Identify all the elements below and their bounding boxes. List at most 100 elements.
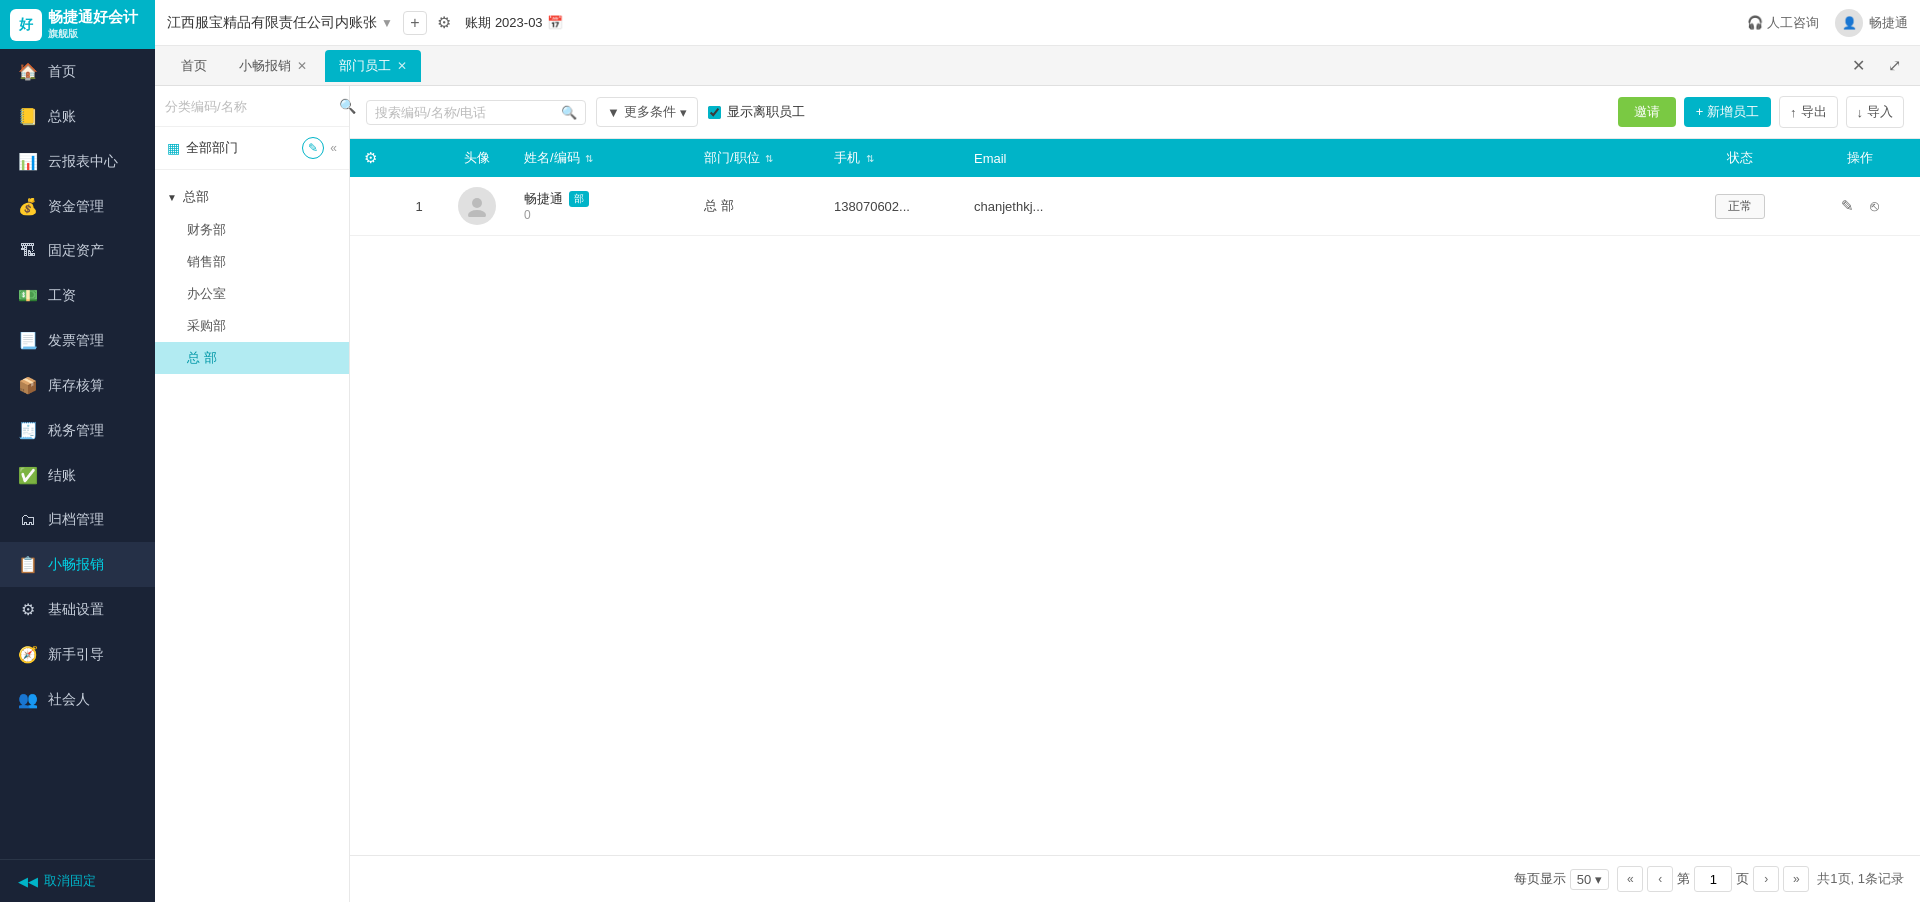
th-dept[interactable]: 部门/职位 ⇅ [690,139,820,177]
sidebar-item-tax[interactable]: 🧾 税务管理 [0,408,155,453]
sidebar-item-more[interactable]: 👥 社会人 [0,677,155,722]
import-button[interactable]: ↓ 导入 [1846,96,1905,128]
company-settings-icon[interactable]: ⚙ [437,13,451,32]
company-name[interactable]: 江西服宝精品有限责任公司内账张 ▼ [167,14,393,32]
employee-search-input[interactable] [375,105,555,120]
page-total: 共1页, 1条记录 [1817,870,1904,888]
sidebar: 好 畅捷通好会计 旗舰版 🏠 首页 📒 总账 📊 云报表中心 💰 资金管理 🏗 … [0,0,155,902]
row-gear [350,177,394,236]
sidebar-item-home[interactable]: 🏠 首页 [0,49,155,94]
dept-edit-button[interactable]: ✎ [302,137,324,159]
dept-purchase[interactable]: 采购部 [155,310,349,342]
sidebar-item-reports[interactable]: 📊 云报表中心 [0,139,155,184]
sidebar-label-inventory: 库存核算 [48,377,104,395]
tab-xiaochang-expense[interactable]: 小畅报销 ✕ [225,50,321,82]
user-menu[interactable]: 👤 畅捷通 [1835,9,1908,37]
sidebar-item-general-ledger[interactable]: 📒 总账 [0,94,155,139]
export-icon: ↑ [1790,105,1797,120]
sidebar-label-more: 社会人 [48,691,90,709]
last-page-button[interactable]: » [1783,866,1809,892]
row-num-value: 1 [415,199,422,214]
prev-page-button[interactable]: ‹ [1647,866,1673,892]
dept-general[interactable]: 总 部 [155,342,349,374]
dept-finance-label: 财务部 [187,222,226,237]
first-page-button[interactable]: « [1617,866,1643,892]
employee-search-icon[interactable]: 🔍 [561,105,577,120]
add-company-button[interactable]: + [403,11,427,35]
funds-icon: 💰 [18,197,38,216]
th-name[interactable]: 姓名/编码 ⇅ [510,139,690,177]
employee-avatar [458,187,496,225]
add-employee-button[interactable]: + 新增员工 [1684,97,1771,127]
sidebar-item-checkout[interactable]: ✅ 结账 [0,453,155,498]
sidebar-scroll: 🏠 首页 📒 总账 📊 云报表中心 💰 资金管理 🏗 固定资产 💵 工资 📃 发… [0,49,155,859]
cancel-pin-button[interactable]: ◀◀ 取消固定 [0,859,155,902]
dept-collapse-icon[interactable]: « [330,141,337,155]
employee-phone: 138070602... [834,199,910,214]
sidebar-item-payroll[interactable]: 💵 工资 [0,273,155,318]
dept-office-label: 办公室 [187,286,226,301]
employee-data-table: ⚙ 头像 姓名/编码 ⇅ 部门/职位 [350,139,1920,236]
tax-icon: 🧾 [18,421,38,440]
support-button[interactable]: 🎧 人工咨询 [1747,14,1819,32]
page-size-select: 每页显示 50 ▾ [1514,869,1609,890]
export-button[interactable]: ↑ 导出 [1779,96,1838,128]
period-value: 2023-03 [495,15,543,30]
sidebar-label-payroll: 工资 [48,287,76,305]
delete-employee-button[interactable]: ⎋ [1864,195,1885,216]
invite-button[interactable]: 邀请 [1618,97,1676,127]
import-icon: ↓ [1857,105,1864,120]
dept-group-headquarters: ▼ 总部 财务部 销售部 办公室 采购部 [155,176,349,378]
show-resigned-checkbox[interactable] [708,106,721,119]
sidebar-item-settings[interactable]: ⚙ 基础设置 [0,587,155,632]
export-label: 导出 [1801,103,1827,121]
sidebar-item-invoice[interactable]: 📃 发票管理 [0,318,155,363]
row-email-cell: chanjethkj... [960,177,1680,236]
dept-headquarters[interactable]: ▼ 总部 [155,180,349,214]
tabbar: 首页 小畅报销 ✕ 部门员工 ✕ ✕ ⤢ [155,46,1920,86]
sidebar-item-guide[interactable]: 🧭 新手引导 [0,632,155,677]
filter-button[interactable]: ▼ 更多条件 ▾ [596,97,698,127]
tab-home[interactable]: 首页 [167,50,221,82]
sidebar-item-fixed-assets[interactable]: 🏗 固定资产 [0,229,155,273]
calendar-icon[interactable]: 📅 [547,15,563,30]
dept-sales[interactable]: 销售部 [155,246,349,278]
pin-icon: ◀◀ [18,874,38,889]
edit-employee-button[interactable]: ✎ [1835,195,1860,216]
dept-finance[interactable]: 财务部 [155,214,349,246]
page-number-input[interactable] [1694,866,1732,892]
tab-close-button[interactable]: ✕ [1844,52,1872,80]
svg-point-1 [468,210,486,217]
table-row: 1 [350,177,1920,236]
dept-search-input[interactable] [165,99,333,114]
sidebar-item-inventory[interactable]: 📦 库存核算 [0,363,155,408]
tab-dept-close[interactable]: ✕ [397,59,407,73]
th-phone[interactable]: 手机 ⇅ [820,139,960,177]
row-name-cell: 畅捷通 部 0 [510,177,690,236]
sidebar-item-funds[interactable]: 💰 资金管理 [0,184,155,229]
sidebar-label-settings: 基础设置 [48,601,104,619]
guide-icon: 🧭 [18,645,38,664]
sidebar-item-xiaochang[interactable]: 📋 小畅报销 [0,542,155,587]
tab-xiaochang-close[interactable]: ✕ [297,59,307,73]
dept-office[interactable]: 办公室 [155,278,349,310]
th-email: Email [960,139,1680,177]
reports-icon: 📊 [18,152,38,171]
logo-subtitle: 旗舰版 [48,27,138,41]
tab-dept-employee[interactable]: 部门员工 ✕ [325,50,421,82]
table-settings-icon[interactable]: ⚙ [364,149,377,166]
th-status-label: 状态 [1727,150,1753,165]
dept-all-label[interactable]: 全部部门 [186,139,296,157]
per-page-label: 每页显示 [1514,870,1566,888]
show-resigned-toggle[interactable]: 显示离职员工 [708,103,805,121]
sidebar-item-archive[interactable]: 🗂 归档管理 [0,498,155,542]
sidebar-label-invoice: 发票管理 [48,332,104,350]
next-page-button[interactable]: › [1753,866,1779,892]
page-size-dropdown[interactable]: 50 ▾ [1570,869,1609,890]
logo-icon: 好 [10,9,42,41]
dept-headquarters-label: 总部 [183,188,209,206]
sidebar-label-reports: 云报表中心 [48,153,118,171]
employee-email: chanjethkj... [974,199,1043,214]
tabbar-right: ✕ ⤢ [1844,52,1908,80]
tab-maximize-button[interactable]: ⤢ [1880,52,1908,80]
